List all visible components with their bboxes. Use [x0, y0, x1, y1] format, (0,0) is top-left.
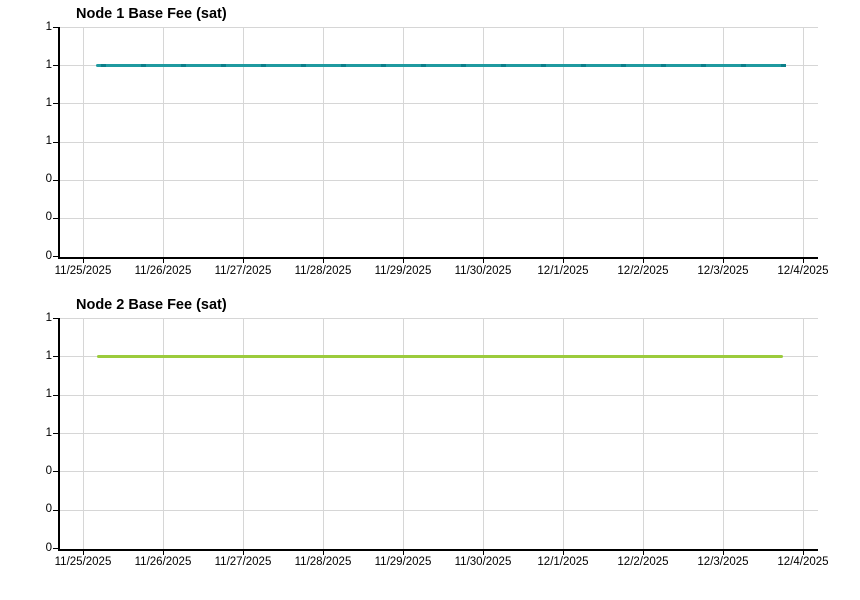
- x-tick-label: 11/26/2025: [134, 556, 192, 568]
- series-line: [96, 355, 783, 359]
- gridline-h: [60, 471, 818, 473]
- y-tick-label: 1: [45, 388, 52, 401]
- x-tick-label: 11/27/2025: [214, 556, 272, 568]
- chart-title: Node 2 Base Fee (sat): [76, 297, 227, 313]
- x-axis-line: [58, 548, 818, 551]
- x-tick-label: 12/4/2025: [777, 556, 829, 568]
- x-tick-label: 12/1/2025: [537, 556, 589, 568]
- y-tick-label: 1: [45, 311, 52, 324]
- x-tick-label: 11/30/2025: [454, 556, 512, 568]
- x-tick-label: 12/2/2025: [617, 556, 669, 568]
- y-tick-label: 0: [45, 464, 52, 477]
- y-axis-line: [58, 318, 60, 551]
- x-tick-label: 11/28/2025: [294, 556, 352, 568]
- y-tick-label: 1: [45, 426, 52, 439]
- gridline-h: [60, 433, 818, 434]
- x-tick-label: 11/29/2025: [374, 556, 432, 568]
- base-fee-charts-panel: Node 1 Base Fee (sat) 11/25/2025 11/26/20…: [0, 0, 860, 600]
- y-tick-label: 0: [45, 503, 52, 516]
- x-tick-label: 11/25/2025: [54, 556, 112, 568]
- chart-node2-base-fee: Node 2 Base Fee (sat) 11/25/2025 11/26/20…: [0, 0, 860, 600]
- y-tick-label: 1: [45, 349, 52, 362]
- gridline-h: [60, 509, 818, 511]
- y-tick-label: 0: [45, 541, 52, 554]
- x-tick-label: 12/3/2025: [697, 556, 749, 568]
- gridline-h: [60, 318, 818, 319]
- gridline-h: [60, 394, 818, 396]
